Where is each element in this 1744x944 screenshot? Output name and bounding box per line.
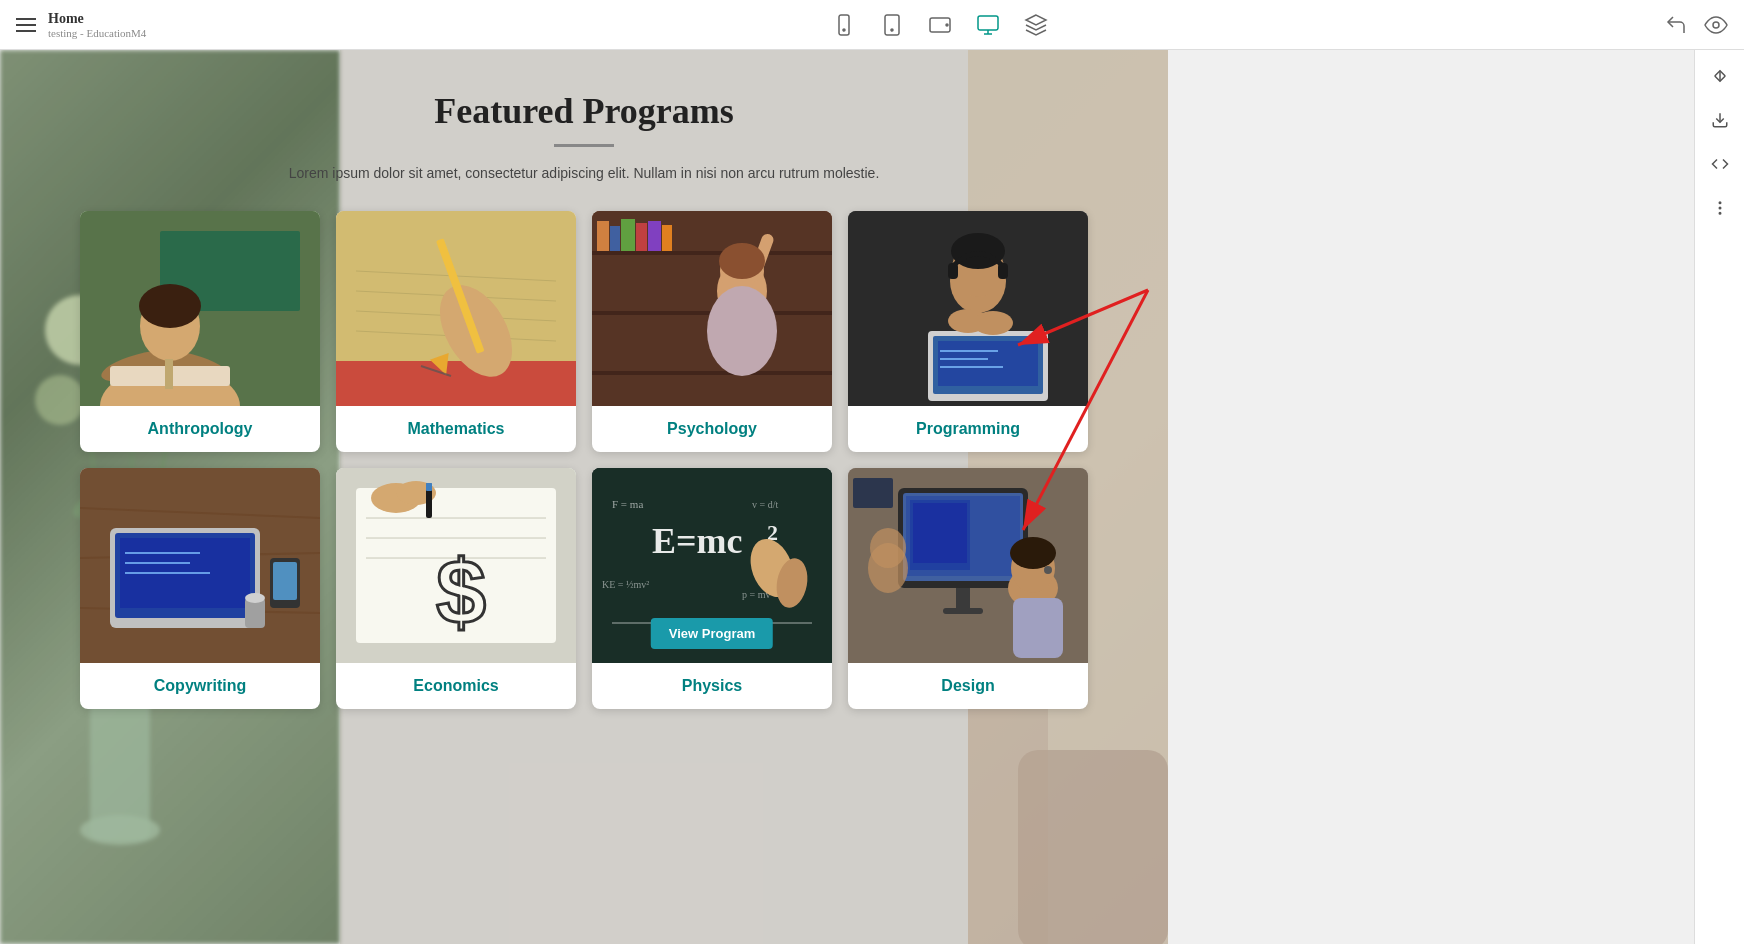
svg-rect-72 [948, 263, 958, 279]
programming-image [848, 211, 1088, 406]
svg-rect-122 [943, 608, 983, 614]
hamburger-icon[interactable] [16, 18, 36, 32]
program-card-mathematics[interactable]: Mathematics [336, 211, 576, 452]
svg-rect-51 [597, 221, 609, 251]
svg-rect-54 [636, 223, 647, 251]
title-divider [554, 144, 614, 147]
code-button[interactable] [1700, 146, 1740, 182]
svg-rect-48 [592, 251, 832, 255]
svg-point-5 [946, 24, 948, 26]
svg-point-75 [973, 311, 1013, 335]
tablet-landscape-icon[interactable] [928, 13, 952, 37]
main-content: Featured Programs Lorem ipsum dolor sit … [0, 50, 1168, 944]
svg-point-3 [891, 29, 893, 31]
psychology-image [592, 211, 832, 406]
program-card-copywriting[interactable]: Copywriting [80, 468, 320, 709]
design-label: Design [848, 663, 1088, 709]
section-description: Lorem ipsum dolor sit amet, consectetur … [20, 165, 1148, 181]
anthropology-label: Anthropology [80, 406, 320, 452]
svg-rect-50 [592, 371, 832, 375]
economics-image: $ [336, 468, 576, 663]
toolbar: Home testing - EducationM4 [0, 0, 1744, 50]
toolbar-center [216, 13, 1664, 37]
more-button[interactable] [1700, 190, 1740, 226]
svg-rect-121 [956, 588, 970, 608]
download-button[interactable] [1700, 102, 1740, 138]
svg-point-129 [870, 528, 906, 568]
program-card-physics[interactable]: E=mc 2 F = ma v = d/t KE = ½mv² p = mv [592, 468, 832, 709]
svg-rect-0 [839, 15, 849, 35]
physics-label: Physics [592, 663, 832, 709]
svg-point-60 [719, 243, 765, 279]
style-icon[interactable] [1024, 13, 1048, 37]
svg-rect-40 [336, 361, 576, 406]
svg-point-61 [707, 286, 777, 376]
eye-icon[interactable] [1704, 13, 1728, 37]
program-card-programming[interactable]: Programming [848, 211, 1088, 452]
svg-point-126 [1044, 566, 1052, 574]
app-subtitle: testing - EducationM4 [48, 27, 146, 39]
svg-rect-33 [165, 359, 173, 389]
svg-text:$: $ [436, 542, 486, 642]
svg-text:KE = ½mv²: KE = ½mv² [602, 579, 649, 590]
program-card-economics[interactable]: $ Economics [336, 468, 576, 709]
svg-point-125 [1010, 537, 1056, 569]
design-image [848, 468, 1088, 663]
toolbar-title: Home testing - EducationM4 [48, 11, 146, 39]
undo-icon[interactable] [1664, 13, 1688, 37]
copywriting-image [80, 468, 320, 663]
svg-rect-120 [913, 503, 967, 563]
copywriting-label: Copywriting [80, 663, 320, 709]
svg-point-31 [139, 284, 201, 328]
toolbar-right [1664, 13, 1728, 37]
svg-rect-101 [426, 483, 432, 491]
svg-point-137 [1719, 202, 1721, 204]
sort-button[interactable] [1700, 58, 1740, 94]
svg-rect-56 [662, 225, 672, 251]
section-title: Featured Programs [20, 90, 1148, 132]
view-program-button[interactable]: View Program [651, 618, 773, 649]
program-card-psychology[interactable]: Psychology [592, 211, 832, 452]
svg-rect-88 [273, 562, 297, 600]
svg-rect-130 [853, 478, 893, 508]
psychology-label: Psychology [592, 406, 832, 452]
mathematics-label: Mathematics [336, 406, 576, 452]
economics-label: Economics [336, 663, 576, 709]
svg-point-138 [1719, 207, 1721, 209]
tablet-portrait-icon[interactable] [880, 13, 904, 37]
svg-rect-6 [978, 16, 998, 30]
svg-rect-65 [938, 341, 1038, 386]
anthropology-image [80, 211, 320, 406]
svg-text:E=mc: E=mc [652, 521, 743, 561]
svg-rect-127 [1013, 598, 1063, 658]
svg-rect-2 [885, 15, 899, 35]
programming-label: Programming [848, 406, 1088, 452]
svg-point-1 [843, 29, 845, 31]
svg-rect-53 [621, 219, 635, 251]
svg-rect-52 [610, 226, 620, 251]
svg-point-9 [1713, 22, 1719, 28]
mathematics-image [336, 211, 576, 406]
program-card-anthropology[interactable]: Anthropology [80, 211, 320, 452]
svg-point-90 [245, 593, 265, 603]
svg-rect-73 [998, 263, 1008, 279]
svg-rect-55 [648, 221, 661, 251]
mobile-icon[interactable] [832, 13, 856, 37]
action-bar [1694, 50, 1744, 944]
toolbar-left: Home testing - EducationM4 [16, 11, 216, 39]
featured-section: Featured Programs Lorem ipsum dolor sit … [0, 50, 1168, 749]
svg-text:F = ma: F = ma [612, 498, 643, 510]
desktop-icon[interactable] [976, 13, 1000, 37]
svg-text:v = d/t: v = d/t [752, 499, 778, 510]
app-title: Home [48, 11, 146, 27]
svg-point-139 [1719, 213, 1721, 215]
programs-grid: Anthropology [80, 211, 1088, 709]
program-card-design[interactable]: Design [848, 468, 1088, 709]
